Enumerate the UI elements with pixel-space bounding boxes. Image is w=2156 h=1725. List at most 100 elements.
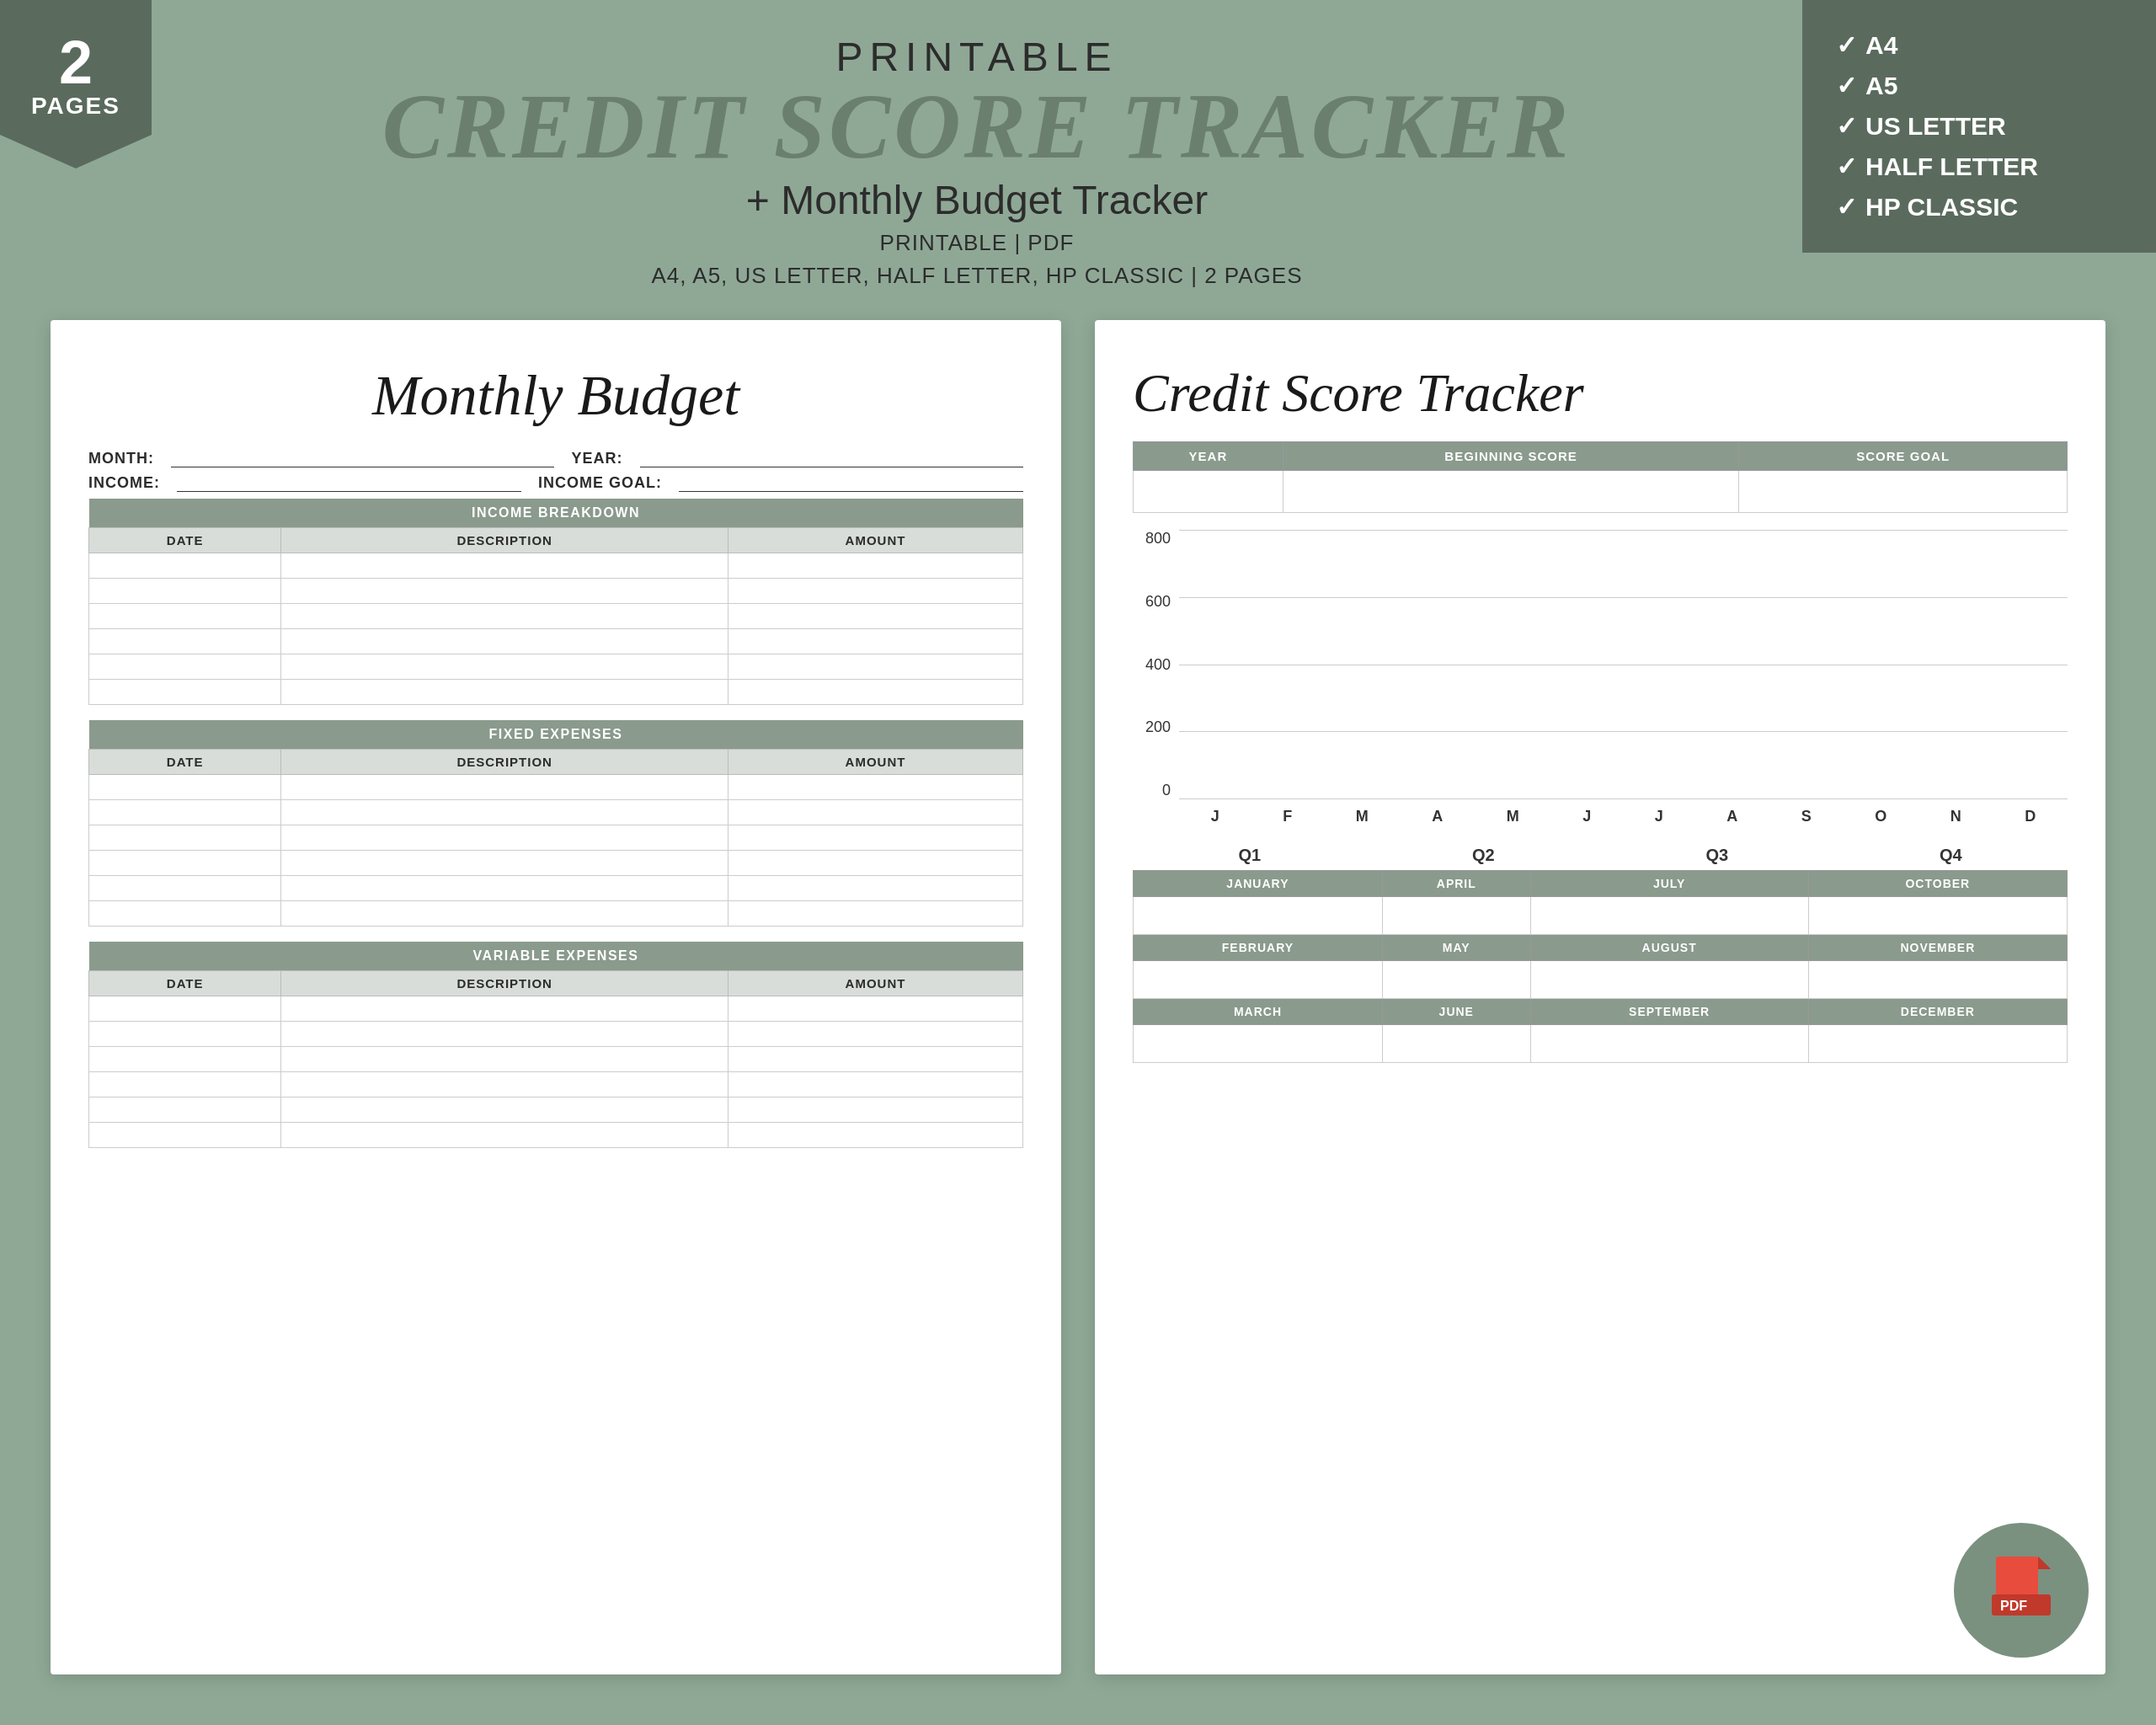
score-header-beginning: BEGINNING SCORE [1283,442,1738,471]
quarterly-data-row-3 [1134,1025,2068,1063]
income-col-date: DATE [89,528,281,553]
quarterly-header: Q1 Q2 Q3 Q4 [1133,846,2068,865]
svg-marker-2 [2038,1557,2051,1569]
year-line [640,450,1024,467]
fixed-section-label: FIXED EXPENSES [89,720,1023,750]
income-line [177,474,521,492]
fixed-col-amount: AMOUNT [728,750,1022,775]
income-data-row-2 [89,579,1023,604]
month-nov: NOVEMBER [1808,935,2067,961]
x-label-f: F [1283,808,1292,825]
x-label-o: O [1875,808,1886,825]
y-label-0: 0 [1133,782,1179,799]
monthly-budget-page: Monthly Budget MONTH: YEAR: INCOME: INCO… [51,320,1061,1674]
fixed-col-headers: DATE DESCRIPTION AMOUNT [89,750,1023,775]
x-label-j1: J [1211,808,1219,825]
score-goal-value [1739,471,2068,513]
income-section-header: INCOME BREAKDOWN [89,499,1023,528]
q1-label: Q1 [1133,846,1367,865]
check-icon-2: ✓ [1836,66,1857,106]
q3-label: Q3 [1600,846,1834,865]
pages-banner: 2 PAGES [0,0,152,168]
x-label-j3: J [1655,808,1663,825]
grid-line-600 [1179,597,2068,598]
x-label-m2: M [1507,808,1519,825]
info-box: ✓ A4 ✓ A5 ✓ US LETTER ✓ HALF LETTER ✓ HP… [1802,0,2156,253]
variable-data-row-2 [89,1022,1023,1047]
month-apr: APRIL [1382,871,1530,897]
income-row: INCOME: INCOME GOAL: [88,474,1023,492]
quarterly-header-row: JANUARY APRIL JULY OCTOBER [1134,871,2068,897]
x-label-s: S [1801,808,1812,825]
info-item-hp-classic: ✓ HP CLASSIC [1836,187,2122,227]
variable-col-amount: AMOUNT [728,971,1022,996]
quarterly-data-row-1 [1134,897,2068,935]
month-label: MONTH: [88,450,154,467]
pdf-badge: PDF [1954,1523,2089,1658]
x-label-a1: A [1432,808,1443,825]
info-item-a4: ✓ A4 [1836,25,2122,66]
income-data-row-1 [89,553,1023,579]
month-dec: DECEMBER [1808,999,2067,1025]
subtitle: + Monthly Budget Tracker [168,177,1785,223]
month-year-row: MONTH: YEAR: [88,450,1023,467]
printable-label: PRINTABLE [168,34,1785,80]
variable-data-row-3 [89,1047,1023,1072]
pages-number: 2 [59,32,93,93]
q2-label: Q2 [1367,846,1601,865]
variable-data-row-1 [89,996,1023,1022]
income-section-label: INCOME BREAKDOWN [89,499,1023,528]
check-icon-3: ✓ [1836,106,1857,147]
variable-data-row-4 [89,1072,1023,1097]
month-feb: FEBRUARY [1134,935,1383,961]
pdf-file-icon: PDF [1992,1557,2051,1624]
fixed-data-row-5 [89,876,1023,901]
y-label-600: 600 [1133,593,1179,611]
check-icon-4: ✓ [1836,147,1857,187]
month-aug: AUGUST [1530,935,1808,961]
fixed-data-row-6 [89,901,1023,927]
y-label-800: 800 [1133,530,1179,547]
income-data-row-6 [89,680,1023,705]
quarterly-section: Q1 Q2 Q3 Q4 JANUARY APRIL JULY OCTOBER F… [1133,846,2068,1063]
quarterly-data-row-2 [1134,961,2068,999]
fixed-data-row-2 [89,800,1023,825]
fixed-col-description: DESCRIPTION [281,750,728,775]
fixed-data-row-3 [89,825,1023,851]
credit-score-page: Credit Score Tracker YEAR BEGINNING SCOR… [1095,320,2105,1674]
fixed-data-row-1 [89,775,1023,800]
variable-data-row-5 [89,1097,1023,1123]
header: PRINTABLE CREDIT SCORE TRACKER + Monthly… [168,34,1785,289]
y-label-200: 200 [1133,718,1179,736]
income-col-amount: AMOUNT [728,528,1022,553]
monthly-budget-title: Monthly Budget [88,362,1023,429]
income-data-row-4 [89,629,1023,654]
details-line1: PRINTABLE | PDF [168,230,1785,256]
month-jun: JUNE [1382,999,1530,1025]
details-line2: A4, A5, US LETTER, HALF LETTER, HP CLASS… [168,263,1785,289]
score-header-goal: SCORE GOAL [1739,442,2068,471]
year-label: YEAR: [571,450,622,467]
y-label-400: 400 [1133,656,1179,674]
score-header-table: YEAR BEGINNING SCORE SCORE GOAL [1133,441,2068,513]
month-may: MAY [1382,935,1530,961]
variable-col-description: DESCRIPTION [281,971,728,996]
variable-col-date: DATE [89,971,281,996]
variable-expenses-table: VARIABLE EXPENSES DATE DESCRIPTION AMOUN… [88,942,1023,1148]
x-label-a2: A [1726,808,1737,825]
fixed-section-header: FIXED EXPENSES [89,720,1023,750]
income-col-headers: DATE DESCRIPTION AMOUNT [89,528,1023,553]
income-breakdown-table: INCOME BREAKDOWN DATE DESCRIPTION AMOUNT [88,499,1023,705]
score-beginning-value [1283,471,1738,513]
x-label-n: N [1951,808,1961,825]
variable-section-label: VARIABLE EXPENSES [89,942,1023,971]
variable-col-headers: DATE DESCRIPTION AMOUNT [89,971,1023,996]
check-icon-5: ✓ [1836,187,1857,227]
fixed-data-row-4 [89,851,1023,876]
income-data-row-3 [89,604,1023,629]
chart-y-labels: 800 600 400 200 0 [1133,530,1179,799]
pages-container: Monthly Budget MONTH: YEAR: INCOME: INCO… [51,320,2105,1674]
tracker-title: Credit Score Tracker [1133,362,2068,425]
quarterly-table: JANUARY APRIL JULY OCTOBER FEBRUARY MAY … [1133,870,2068,1063]
chart-x-labels: J F M A M J J A S O N D [1179,799,2068,833]
